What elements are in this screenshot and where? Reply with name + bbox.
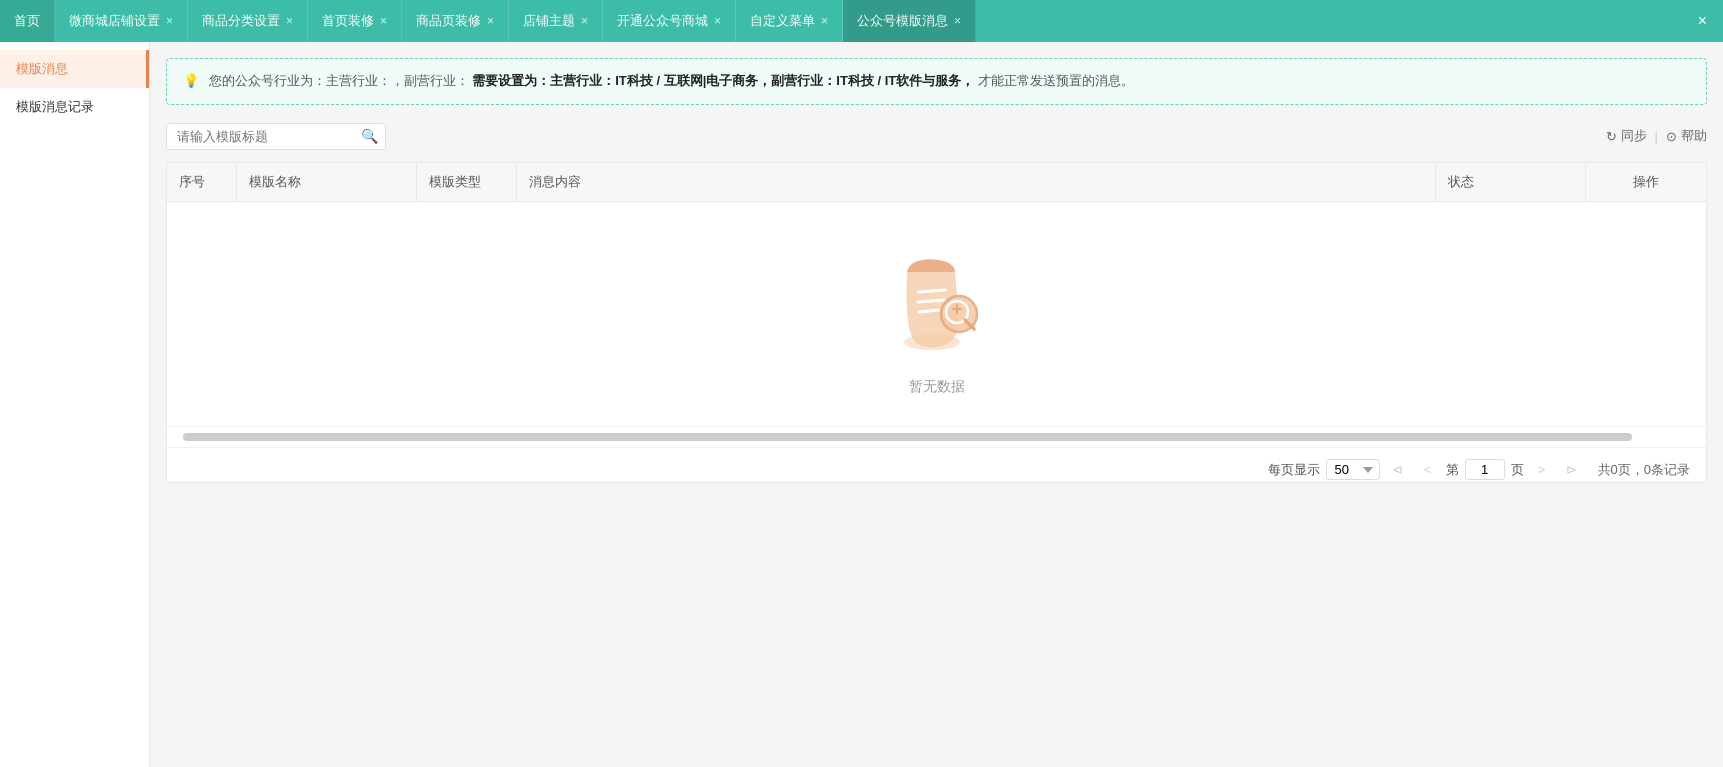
sync-label: 同步 bbox=[1621, 127, 1647, 145]
tab-homepage-label: 首页装修 bbox=[322, 12, 374, 30]
col-header-content: 消息内容 bbox=[517, 163, 1436, 201]
sidebar: 模版消息 模版消息记录 bbox=[0, 42, 150, 767]
close-tab-weishop[interactable]: × bbox=[166, 14, 173, 28]
help-label: 帮助 bbox=[1681, 127, 1707, 145]
main-content: 💡 您的公众号行业为：主营行业：，副营行业： 需要设置为：主营行业：IT科技 /… bbox=[150, 42, 1723, 767]
notice-prefix: 您的公众号行业为：主营行业：，副营行业： bbox=[209, 73, 469, 88]
col-header-status: 状态 bbox=[1436, 163, 1586, 201]
col-header-seq: 序号 bbox=[167, 163, 237, 201]
data-table: 序号 模版名称 模版类型 消息内容 状态 操作 bbox=[166, 162, 1707, 483]
tab-weishop-label: 微商城店铺设置 bbox=[69, 12, 160, 30]
col-header-type: 模版类型 bbox=[417, 163, 517, 201]
col-header-action: 操作 bbox=[1586, 163, 1706, 201]
svg-line-1 bbox=[919, 290, 945, 292]
page-size-label: 每页显示 bbox=[1268, 461, 1320, 479]
tab-homepage[interactable]: 首页装修 × bbox=[308, 0, 402, 42]
search-icon[interactable]: 🔍 bbox=[361, 128, 378, 144]
prev-page-button[interactable]: < bbox=[1416, 458, 1440, 482]
horizontal-scrollbar[interactable] bbox=[183, 433, 1632, 441]
sidebar-item-template-msg-label: 模版消息 bbox=[16, 61, 68, 76]
close-tab-template[interactable]: × bbox=[954, 14, 961, 28]
search-input-wrap: 🔍 bbox=[166, 123, 386, 150]
empty-illustration bbox=[877, 242, 997, 362]
close-tab-mall[interactable]: × bbox=[714, 14, 721, 28]
help-icon: ⊙ bbox=[1666, 129, 1677, 144]
tab-home-label: 首页 bbox=[14, 12, 40, 30]
tab-category[interactable]: 商品分类设置 × bbox=[188, 0, 308, 42]
top-navigation: 首页 微商城店铺设置 × 商品分类设置 × 首页装修 × 商品页装修 × 店铺主… bbox=[0, 0, 1723, 42]
svg-line-3 bbox=[919, 310, 939, 312]
tab-home[interactable]: 首页 bbox=[0, 0, 55, 42]
col-header-name: 模版名称 bbox=[237, 163, 417, 201]
tab-productpage[interactable]: 商品页装修 × bbox=[402, 0, 509, 42]
search-bar: 🔍 ↻ 同步 | ⊙ 帮助 bbox=[166, 123, 1707, 150]
global-close-button[interactable]: × bbox=[1682, 12, 1723, 30]
table-header: 序号 模版名称 模版类型 消息内容 状态 操作 bbox=[167, 163, 1706, 202]
page-suffix: 页 bbox=[1511, 461, 1524, 479]
help-button[interactable]: ⊙ 帮助 bbox=[1666, 127, 1707, 145]
tab-theme[interactable]: 店铺主题 × bbox=[509, 0, 603, 42]
close-tab-custommenu[interactable]: × bbox=[821, 14, 828, 28]
total-text: 共0页，0条记录 bbox=[1598, 461, 1690, 479]
next-page-button[interactable]: > bbox=[1530, 458, 1554, 482]
scroll-bar-row bbox=[167, 426, 1706, 447]
last-page-button[interactable]: ⊳ bbox=[1560, 458, 1584, 482]
pagination: 每页显示 50 10 20 100 ⊲ < 第 页 > ⊳ 共0页，0条记录 bbox=[167, 447, 1706, 482]
search-left: 🔍 bbox=[166, 123, 386, 150]
search-input[interactable] bbox=[166, 123, 386, 150]
empty-state: 暂无数据 bbox=[167, 202, 1706, 426]
page-label: 第 bbox=[1446, 461, 1459, 479]
divider: | bbox=[1655, 129, 1658, 144]
search-right: ↻ 同步 | ⊙ 帮助 bbox=[1606, 127, 1707, 145]
notice-highlight: 需要设置为：主营行业：IT科技 / 互联网|电子商务，副营行业：IT科技 / I… bbox=[472, 73, 974, 88]
close-tab-theme[interactable]: × bbox=[581, 14, 588, 28]
notice-box: 💡 您的公众号行业为：主营行业：，副营行业： 需要设置为：主营行业：IT科技 /… bbox=[166, 58, 1707, 105]
tab-category-label: 商品分类设置 bbox=[202, 12, 280, 30]
tab-productpage-label: 商品页装修 bbox=[416, 12, 481, 30]
tab-template-label: 公众号模版消息 bbox=[857, 12, 948, 30]
tab-weishop[interactable]: 微商城店铺设置 × bbox=[55, 0, 188, 42]
page-size-select[interactable]: 50 10 20 100 bbox=[1326, 459, 1380, 480]
close-tab-productpage[interactable]: × bbox=[487, 14, 494, 28]
close-tab-category[interactable]: × bbox=[286, 14, 293, 28]
sidebar-item-template-record[interactable]: 模版消息记录 bbox=[0, 88, 149, 126]
tab-custommenu-label: 自定义菜单 bbox=[750, 12, 815, 30]
page-input[interactable] bbox=[1465, 459, 1505, 480]
close-tab-homepage[interactable]: × bbox=[380, 14, 387, 28]
first-page-button[interactable]: ⊲ bbox=[1386, 458, 1410, 482]
notice-icon: 💡 bbox=[183, 73, 199, 88]
main-layout: 模版消息 模版消息记录 💡 您的公众号行业为：主营行业：，副营行业： 需要设置为… bbox=[0, 42, 1723, 767]
notice-suffix: 才能正常发送预置的消息。 bbox=[978, 73, 1134, 88]
sync-button[interactable]: ↻ 同步 bbox=[1606, 127, 1647, 145]
empty-text: 暂无数据 bbox=[909, 378, 965, 396]
sidebar-item-template-msg[interactable]: 模版消息 bbox=[0, 50, 149, 88]
tab-mall[interactable]: 开通公众号商城 × bbox=[603, 0, 736, 42]
tab-custommenu[interactable]: 自定义菜单 × bbox=[736, 0, 843, 42]
tab-template[interactable]: 公众号模版消息 × bbox=[843, 0, 976, 42]
tab-mall-label: 开通公众号商城 bbox=[617, 12, 708, 30]
sync-icon: ↻ bbox=[1606, 129, 1617, 144]
tab-theme-label: 店铺主题 bbox=[523, 12, 575, 30]
sidebar-item-template-record-label: 模版消息记录 bbox=[16, 99, 94, 114]
svg-line-2 bbox=[918, 300, 944, 302]
